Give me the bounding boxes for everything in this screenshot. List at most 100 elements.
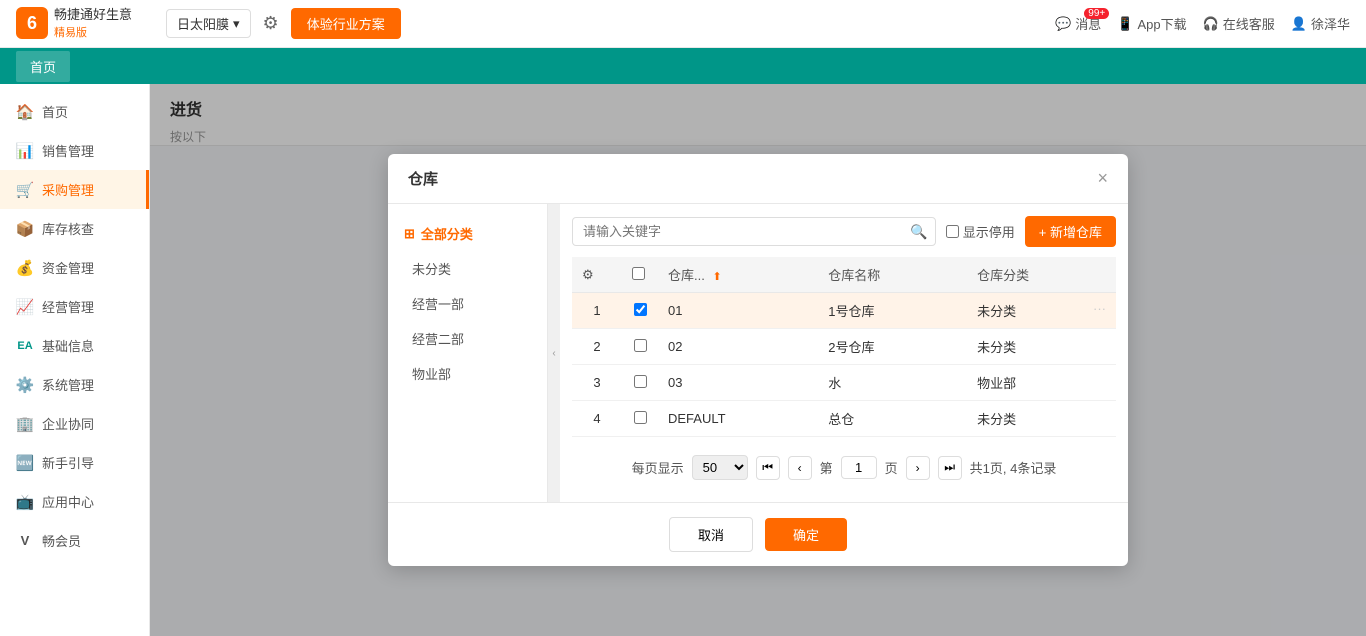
finance-icon: 💰 (16, 259, 34, 277)
online-service-btn[interactable]: 🎧 在线客服 (1203, 14, 1275, 33)
sidebar-label-guide: 新手引导 (42, 453, 94, 472)
logo-icon: 6 (16, 7, 48, 39)
table-row[interactable]: 2 02 2号仓库 未分类 (572, 329, 1116, 365)
row-check[interactable] (622, 365, 658, 401)
sidebar-item-system[interactable]: ⚙️ 系统管理 (0, 365, 149, 404)
avatar-icon: 👤 (1291, 16, 1307, 32)
brand-name: 畅捷通好生意 (54, 7, 132, 24)
table-header-row: ⚙ 仓库... ⬆ 仓库名称 (572, 257, 1116, 293)
sidebar-item-operation[interactable]: 📈 经营管理 (0, 287, 149, 326)
sidebar-label-system: 系统管理 (42, 375, 94, 394)
chevron-down-icon: ▾ (233, 16, 240, 32)
row-category: 未分类 (967, 401, 1116, 437)
modal-backdrop: 仓库 × ⊞ 全部分类 未分类 (150, 84, 1366, 636)
category-panel: ⊞ 全部分类 未分类 经营一部 经营二部 (388, 204, 548, 502)
table-panel: 🔍 显示停用 + 新增仓库 (560, 204, 1128, 502)
page-prev-btn[interactable]: ‹ (788, 456, 812, 480)
header-center: 日太阳膜 ▾ ⚙ 体验行业方案 (166, 8, 1055, 39)
modal-footer: 取消 确定 (388, 502, 1128, 566)
gear-icon[interactable]: ⚙ (263, 13, 279, 34)
row-name: 2号仓库 (818, 329, 967, 365)
trial-button[interactable]: 体验行业方案 (291, 8, 401, 39)
top-header: 6 畅捷通好生意 精易版 日太阳膜 ▾ ⚙ 体验行业方案 💬 消息 99+ 📱 … (0, 0, 1366, 48)
sidebar-item-basic[interactable]: EA 基础信息 (0, 326, 149, 365)
tab-home[interactable]: 首页 (16, 51, 70, 82)
table-row[interactable]: 1 01 1号仓库 未分类··· (572, 293, 1116, 329)
message-icon: 💬 (1055, 16, 1071, 32)
row-num: 3 (572, 365, 622, 401)
search-icon[interactable]: 🔍 (910, 223, 927, 240)
sidebar-item-home[interactable]: 🏠 首页 (0, 92, 149, 131)
pagination-bar: 每页显示 50 100 ⏮ ‹ 第 页 › ⏭ 共 (572, 445, 1116, 490)
notification-btn[interactable]: 💬 消息 99+ (1055, 14, 1101, 33)
app-download-btn[interactable]: 📱 App下载 (1117, 14, 1186, 33)
sidebar-item-finance[interactable]: 💰 资金管理 (0, 248, 149, 287)
page-label: 第 (820, 458, 833, 477)
row-actions[interactable]: ··· (1093, 301, 1106, 316)
row-name: 水 (818, 365, 967, 401)
search-input[interactable] (572, 217, 936, 246)
sidebar-label-app-center: 应用中心 (42, 492, 94, 511)
category-item-dept2[interactable]: 经营二部 (388, 321, 547, 356)
guide-icon: 🆕 (16, 454, 34, 472)
table-wrapper: ⚙ 仓库... ⬆ 仓库名称 (572, 257, 1116, 437)
table-row[interactable]: 3 03 水 物业部 (572, 365, 1116, 401)
th-gear: ⚙ (572, 257, 622, 293)
brand-sub: 精易版 (54, 24, 132, 40)
page-input[interactable] (841, 456, 877, 479)
sidebar-label-basic: 基础信息 (42, 336, 94, 355)
sidebar-item-enterprise[interactable]: 🏢 企业协同 (0, 404, 149, 443)
sidebar-item-sales[interactable]: 📊 销售管理 (0, 131, 149, 170)
store-selector[interactable]: 日太阳膜 ▾ (166, 9, 251, 38)
table-toolbar: 🔍 显示停用 + 新增仓库 (572, 216, 1116, 247)
collapse-panel-btn[interactable]: ‹ (548, 204, 560, 502)
row-name: 总仓 (818, 401, 967, 437)
row-check[interactable] (622, 293, 658, 329)
sidebar-item-inventory[interactable]: 📦 库存核查 (0, 209, 149, 248)
table-row[interactable]: 4 DEFAULT 总仓 未分类 (572, 401, 1116, 437)
confirm-button[interactable]: 确定 (765, 518, 847, 551)
operation-icon: 📈 (16, 298, 34, 316)
modal-body: ⊞ 全部分类 未分类 经营一部 经营二部 (388, 204, 1128, 502)
row-num: 2 (572, 329, 622, 365)
row-check[interactable] (622, 329, 658, 365)
headset-icon: 🎧 (1203, 16, 1219, 32)
row-category: 未分类··· (967, 293, 1116, 329)
cancel-button[interactable]: 取消 (669, 517, 753, 552)
online-service-label: 在线客服 (1223, 14, 1275, 33)
page-last-btn[interactable]: ⏭ (938, 456, 962, 480)
row-code: 01 (658, 293, 818, 329)
inventory-icon: 📦 (16, 220, 34, 238)
sales-icon: 📊 (16, 142, 34, 160)
page-first-btn[interactable]: ⏮ (756, 456, 780, 480)
th-category: 仓库分类 (967, 257, 1116, 293)
select-all-checkbox[interactable] (632, 267, 645, 280)
sidebar-item-app-center[interactable]: 📺 应用中心 (0, 482, 149, 521)
th-code: 仓库... ⬆ (658, 257, 818, 293)
category-item-property[interactable]: 物业部 (388, 356, 547, 391)
category-item-dept1[interactable]: 经营一部 (388, 286, 547, 321)
category-item-unclassified[interactable]: 未分类 (388, 251, 547, 286)
row-code: 02 (658, 329, 818, 365)
sidebar-item-guide[interactable]: 🆕 新手引导 (0, 443, 149, 482)
sidebar-item-vip[interactable]: V 畅会员 (0, 521, 149, 560)
sidebar-label-sales: 销售管理 (42, 141, 94, 160)
sidebar-label-home: 首页 (42, 102, 68, 121)
nav-tabs: 首页 (0, 48, 1366, 84)
sidebar-label-vip: 畅会员 (42, 531, 81, 550)
page-next-btn[interactable]: › (906, 456, 930, 480)
app-download-label: App下载 (1137, 14, 1186, 33)
row-check[interactable] (622, 401, 658, 437)
add-warehouse-button[interactable]: + 新增仓库 (1025, 216, 1116, 247)
per-page-select[interactable]: 50 100 (692, 455, 748, 480)
sidebar-item-purchase[interactable]: 🛒 采购管理 (0, 170, 149, 209)
row-category: 物业部 (967, 365, 1116, 401)
mobile-icon: 📱 (1117, 16, 1133, 32)
total-label: 共1页, 4条记录 (970, 458, 1057, 477)
show-disabled-label[interactable]: 显示停用 (946, 222, 1015, 241)
close-icon[interactable]: × (1097, 168, 1108, 189)
sidebar-label-operation: 经营管理 (42, 297, 94, 316)
all-category-btn[interactable]: ⊞ 全部分类 (388, 216, 547, 251)
show-disabled-checkbox[interactable] (946, 225, 959, 238)
user-profile-btn[interactable]: 👤 徐泽华 (1291, 14, 1350, 33)
